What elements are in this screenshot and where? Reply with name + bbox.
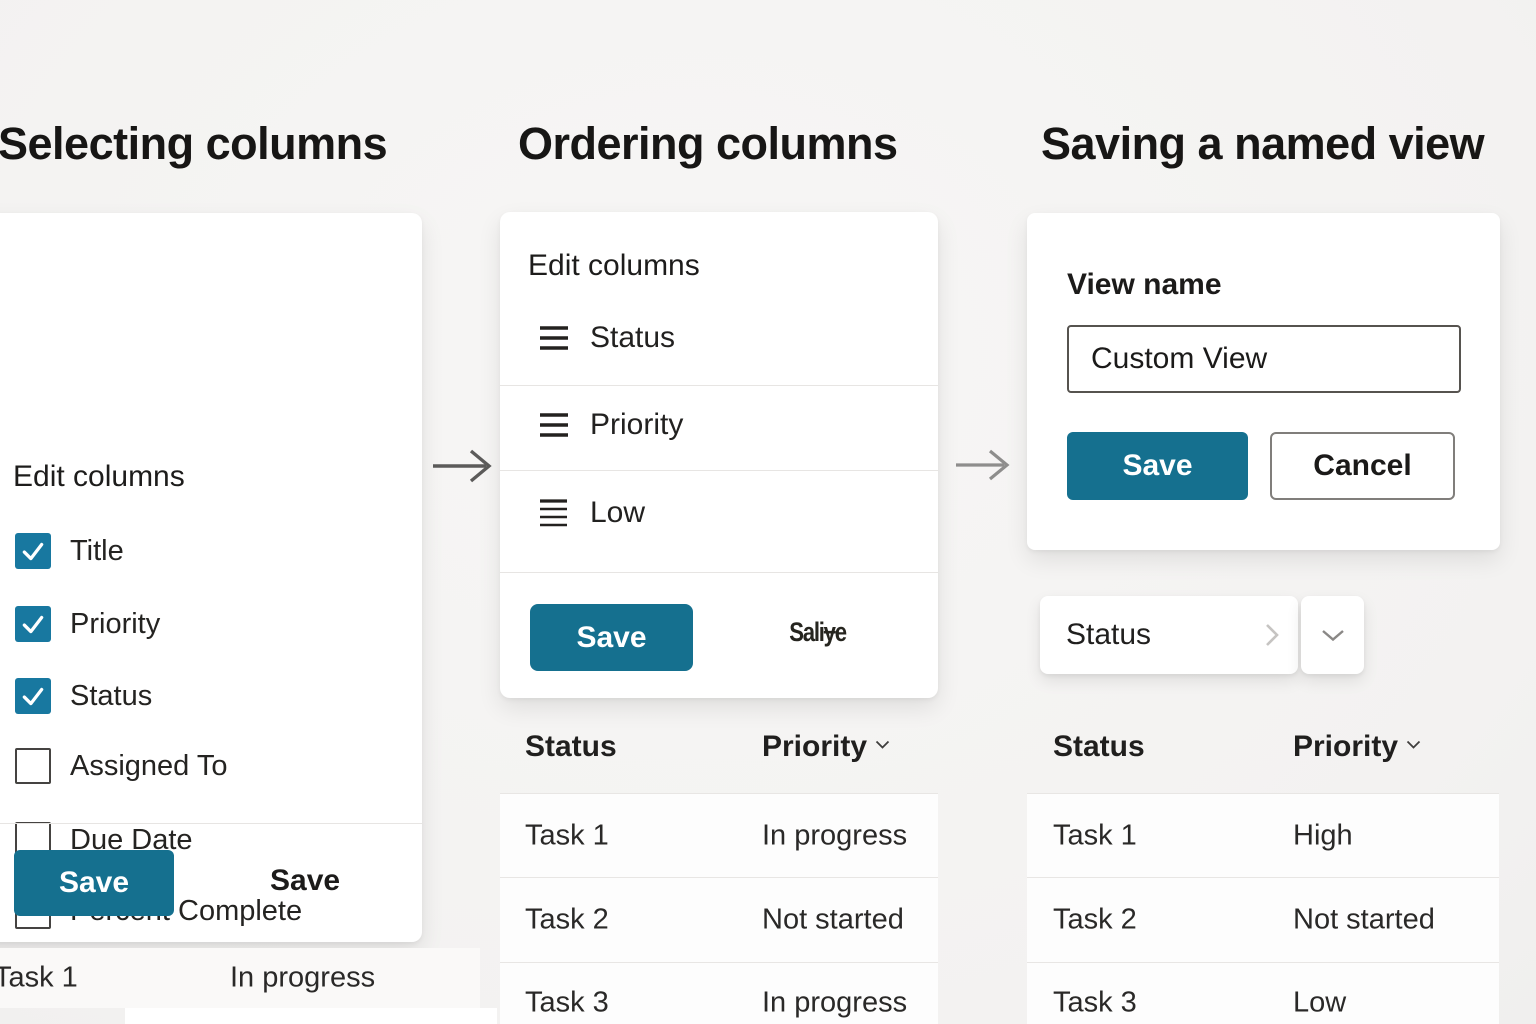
edit-columns-order-dialog: Edit columns Status Priority Low Save Sa…	[500, 212, 938, 698]
order-item-label: Status	[590, 321, 676, 354]
drag-handle-icon[interactable]	[538, 411, 570, 439]
chevron-down-icon	[1406, 740, 1421, 749]
task-title-cell: Task 1	[525, 819, 609, 851]
section-heading-saving: Saving a named view	[1041, 118, 1485, 169]
tutorial-canvas: { "colors": { "accent_button": "#15708F"…	[0, 0, 1536, 1024]
edit-columns-dialog: Edit columns Title Priority Status Assig…	[0, 213, 422, 1001]
column-chip-label: Status	[1066, 618, 1152, 651]
column-option-label: Priority	[70, 607, 161, 640]
garbled-save-button[interactable]: Saliɏe	[789, 617, 847, 648]
task-title-cell: Task 2	[525, 903, 609, 936]
column-option-label: Title	[70, 534, 124, 567]
table-row[interactable]: Task 1 In progress	[500, 793, 938, 877]
column-option-label: Assigned To	[70, 749, 228, 782]
column-chip-status[interactable]: Status	[1040, 596, 1298, 674]
drag-handle-icon[interactable]	[538, 498, 570, 528]
column-header-status[interactable]: Status	[525, 729, 617, 765]
save-button[interactable]: Save	[530, 604, 693, 671]
table-row[interactable]: Task 3 Low	[1027, 962, 1499, 1024]
divider	[500, 385, 938, 386]
task-title-cell: Task 3	[1053, 986, 1137, 1019]
save-button[interactable]: Save	[14, 850, 174, 916]
column-header-priority[interactable]: Priority	[762, 729, 890, 765]
table-row[interactable]: Task 2 Not started	[1027, 877, 1499, 962]
divider	[500, 470, 938, 471]
task-status-cell: In progress	[230, 961, 376, 994]
background-list-row-edge	[125, 1008, 497, 1024]
dialog-title: Edit columns	[528, 249, 700, 282]
column-option-status[interactable]: Status	[15, 678, 152, 714]
task-title-cell: Task 3	[525, 986, 609, 1019]
footer-divider	[500, 572, 938, 573]
section-heading-selecting: Selecting columns	[0, 118, 388, 169]
checkbox-checked[interactable]	[15, 678, 51, 714]
chevron-down-icon	[875, 740, 890, 749]
task-table-ordering: Status Priority Task 1 In progress Task …	[500, 705, 938, 1024]
task-title-cell: Task 1	[1053, 819, 1137, 851]
column-header-label: Priority	[1293, 730, 1399, 763]
checkbox-checked[interactable]	[15, 533, 51, 569]
checkmark-icon	[22, 615, 44, 634]
task-status-cell: In progress	[762, 819, 908, 851]
view-name-label: View name	[1067, 268, 1222, 301]
order-item-status[interactable]: Status	[500, 312, 938, 364]
task-status-cell: Not started	[762, 903, 904, 936]
arrow-right-icon	[956, 449, 1010, 481]
task-title-cell: Task 2	[1053, 903, 1137, 936]
order-item-label: Low	[590, 496, 646, 529]
chevron-down-icon	[1321, 629, 1344, 641]
task-status-cell: High	[1293, 819, 1353, 851]
cancel-button[interactable]: Cancel	[1270, 432, 1455, 500]
task-status-cell: In progress	[762, 986, 908, 1019]
column-option-priority[interactable]: Priority	[15, 606, 160, 642]
checkmark-icon	[22, 687, 44, 706]
column-header-priority[interactable]: Priority	[1293, 729, 1421, 765]
background-list-row[interactable]: Task 1 In progress	[0, 948, 480, 1008]
order-item-low[interactable]: Low	[500, 487, 938, 539]
dialog-title: Edit columns	[13, 460, 185, 493]
order-item-priority[interactable]: Priority	[500, 399, 938, 451]
drag-handle-icon[interactable]	[538, 324, 570, 352]
task-title-cell: Task 1	[0, 961, 78, 994]
task-table-saved-view: Status Priority Task 1 High Task 2 Not s…	[1027, 705, 1499, 1024]
column-header-label: Priority	[762, 730, 868, 763]
table-row[interactable]: Task 3 In progress	[500, 962, 938, 1024]
save-view-dialog: View name Save Cancel	[1027, 213, 1500, 550]
checkbox-checked[interactable]	[15, 606, 51, 642]
task-status-cell: Low	[1293, 986, 1347, 1019]
column-chip-dropdown-button[interactable]	[1301, 596, 1364, 674]
task-status-cell: Not started	[1293, 903, 1435, 936]
order-item-label: Priority	[590, 408, 684, 441]
column-option-label: Status	[70, 679, 153, 712]
footer-divider	[0, 823, 422, 824]
table-row[interactable]: Task 2 Not started	[500, 877, 938, 962]
section-heading-ordering: Ordering columns	[518, 118, 898, 169]
secondary-save-button[interactable]: Save	[270, 864, 340, 898]
column-option-title[interactable]: Title	[15, 533, 124, 569]
chevron-right-icon	[1266, 624, 1279, 646]
column-option-assigned-to[interactable]: Assigned To	[15, 748, 227, 784]
checkmark-icon	[22, 542, 44, 561]
checkbox-unchecked[interactable]	[15, 748, 51, 784]
table-row[interactable]: Task 1 High	[1027, 793, 1499, 877]
column-header-status[interactable]: Status	[1053, 729, 1145, 765]
save-button[interactable]: Save	[1067, 432, 1248, 500]
arrow-right-icon	[433, 449, 492, 483]
view-name-input[interactable]	[1067, 325, 1461, 393]
